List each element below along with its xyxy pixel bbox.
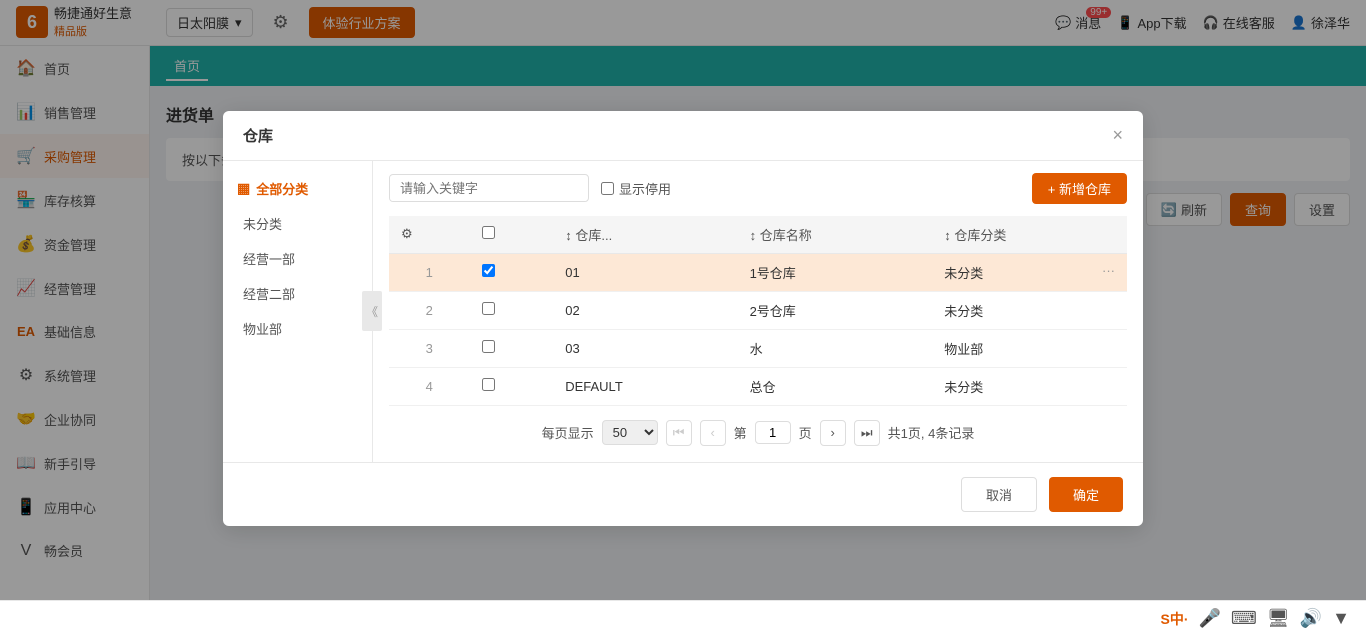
- show-disabled-label[interactable]: 显示停用: [601, 179, 671, 198]
- add-warehouse-button[interactable]: + 新增仓库: [1032, 173, 1127, 204]
- col-code-label: 仓库...: [575, 228, 612, 243]
- taskbar: S中· 🎤 ⌨ 🖥 🔊 ▼: [0, 600, 1366, 636]
- warehouse-table-container: ⚙ ↕ 仓库... ↕ 仓库名称: [389, 216, 1127, 406]
- row-name: 1号仓库: [738, 253, 933, 291]
- table-row[interactable]: 4 DEFAULT 总仓 未分类: [389, 367, 1127, 405]
- taskbar-brand-label: S中·: [1160, 609, 1188, 629]
- search-box: 🔍: [389, 174, 589, 202]
- table-row[interactable]: 2 02 2号仓库 未分类: [389, 291, 1127, 329]
- col-settings: ⚙: [389, 216, 470, 254]
- modal-title: 仓库: [243, 125, 273, 146]
- col-code[interactable]: ↕ 仓库...: [553, 216, 737, 254]
- page-label-pre: 第: [734, 423, 747, 442]
- chevron-taskbar-icon[interactable]: ▼: [1332, 608, 1350, 629]
- search-input[interactable]: [390, 176, 586, 201]
- modal-footer: 取消 确定: [223, 462, 1143, 526]
- table-row[interactable]: 1 01 1号仓库 未分类 ···: [389, 253, 1127, 291]
- row-category: 未分类: [932, 291, 1127, 329]
- modal-header: 仓库 ×: [223, 111, 1143, 161]
- row-checkbox-cell: [470, 367, 554, 405]
- row-num: 1: [389, 253, 470, 291]
- all-categories-label: 全部分类: [256, 179, 308, 198]
- search-button[interactable]: 🔍: [586, 175, 589, 201]
- keyboard-icon[interactable]: ⌨: [1231, 608, 1257, 629]
- row-code: DEFAULT: [553, 367, 737, 405]
- row-checkbox[interactable]: [482, 264, 495, 277]
- pagination-bar: 每页显示 50 20 100 ⏮ ‹ 第 页 › ⏭ 共1页, 4条记录: [389, 406, 1127, 450]
- row-name: 水: [738, 329, 933, 367]
- volume-icon[interactable]: 🔊: [1300, 608, 1322, 629]
- col-name-label: 仓库名称: [760, 228, 812, 243]
- row-category: 未分类: [932, 367, 1127, 405]
- col-checkbox: [470, 216, 554, 254]
- row-code: 03: [553, 329, 737, 367]
- row-name: 2号仓库: [738, 291, 933, 329]
- warehouse-modal: 仓库 × ▦ 全部分类 未分类 经营一部 经营二部 物业部 《: [223, 111, 1143, 526]
- grid-icon: ▦: [237, 180, 250, 197]
- sort-icon: ↕: [565, 228, 572, 243]
- row-name: 总仓: [738, 367, 933, 405]
- prev-page-button[interactable]: ‹: [700, 420, 726, 446]
- show-disabled-text: 显示停用: [619, 179, 671, 198]
- row-checkbox-cell: [470, 291, 554, 329]
- category-item-property[interactable]: 物业部: [223, 311, 372, 346]
- cancel-button[interactable]: 取消: [961, 477, 1037, 512]
- row-checkbox[interactable]: [482, 302, 495, 315]
- next-page-button[interactable]: ›: [820, 420, 846, 446]
- row-checkbox[interactable]: [482, 378, 495, 391]
- modal-toolbar: 🔍 显示停用 + 新增仓库: [389, 173, 1127, 204]
- last-page-button[interactable]: ⏭: [854, 420, 880, 446]
- display-icon[interactable]: 🖥: [1267, 608, 1290, 629]
- row-num: 4: [389, 367, 470, 405]
- modal-body: ▦ 全部分类 未分类 经营一部 经营二部 物业部 《 🔍: [223, 161, 1143, 462]
- sort-icon3: ↕: [944, 228, 951, 243]
- row-num: 3: [389, 329, 470, 367]
- category-item-dept1[interactable]: 经营一部: [223, 241, 372, 276]
- taskbar-brand: S中·: [1160, 609, 1188, 629]
- row-category: 物业部: [932, 329, 1127, 367]
- row-code: 02: [553, 291, 737, 329]
- mic-icon[interactable]: 🎤: [1198, 608, 1220, 629]
- total-label: 共1页, 4条记录: [888, 423, 975, 442]
- modal-main-area: 🔍 显示停用 + 新增仓库 ⚙: [373, 161, 1143, 462]
- warehouse-table: ⚙ ↕ 仓库... ↕ 仓库名称: [389, 216, 1127, 406]
- row-checkbox[interactable]: [482, 340, 495, 353]
- per-page-select[interactable]: 50 20 100: [602, 420, 658, 445]
- first-page-button[interactable]: ⏮: [666, 420, 692, 446]
- col-category[interactable]: ↕ 仓库分类: [932, 216, 1127, 254]
- row-num: 2: [389, 291, 470, 329]
- show-disabled-checkbox[interactable]: [601, 182, 614, 195]
- row-more-button[interactable]: ···: [1102, 263, 1115, 278]
- category-item-dept2[interactable]: 经营二部: [223, 276, 372, 311]
- col-name[interactable]: ↕ 仓库名称: [738, 216, 933, 254]
- modal-close-button[interactable]: ×: [1112, 125, 1123, 146]
- confirm-button[interactable]: 确定: [1049, 477, 1123, 512]
- sort-icon2: ↕: [750, 228, 757, 243]
- col-category-label: 仓库分类: [954, 228, 1006, 243]
- page-number-input[interactable]: [755, 421, 791, 444]
- per-page-label: 每页显示: [542, 423, 594, 442]
- page-label-post: 页: [799, 423, 812, 442]
- all-categories-item[interactable]: ▦ 全部分类: [223, 171, 372, 206]
- collapse-sidebar-button[interactable]: 《: [362, 291, 382, 331]
- row-checkbox-cell: [470, 329, 554, 367]
- select-all-checkbox[interactable]: [482, 226, 495, 239]
- row-checkbox-cell: [470, 253, 554, 291]
- row-category: 未分类 ···: [932, 253, 1127, 291]
- modal-category-sidebar: ▦ 全部分类 未分类 经营一部 经营二部 物业部 《: [223, 161, 373, 462]
- category-item-unclassified[interactable]: 未分类: [223, 206, 372, 241]
- row-code: 01: [553, 253, 737, 291]
- table-row[interactable]: 3 03 水 物业部: [389, 329, 1127, 367]
- modal-overlay: 仓库 × ▦ 全部分类 未分类 经营一部 经营二部 物业部 《: [0, 0, 1366, 636]
